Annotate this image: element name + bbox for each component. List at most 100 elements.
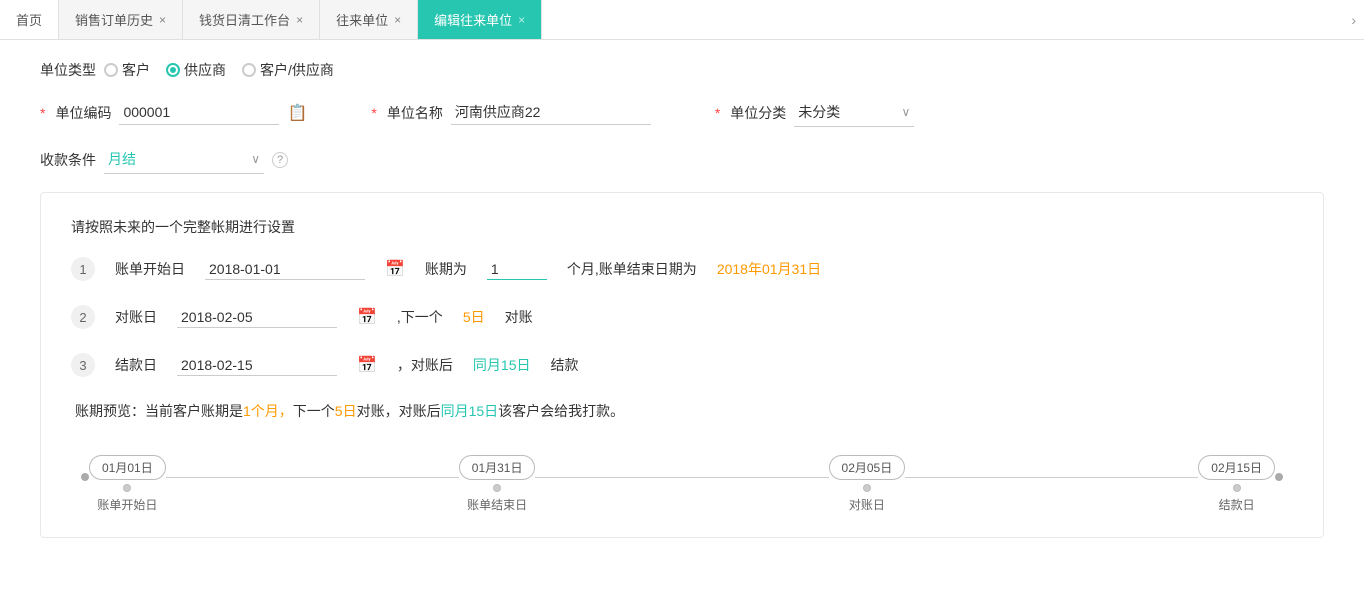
step-3-label: 结款日 [115,355,157,375]
unit-type-group: 单位类型 客户 供应商 客户/供应商 [40,60,334,80]
close-icon[interactable]: × [159,13,166,27]
timeline-dot-3 [863,484,871,492]
tab-home-label: 首页 [16,10,42,29]
timeline-start [81,473,89,481]
step-3-desc-teal: 同月15日 [473,355,531,375]
payment-arrow-icon: ∨ [251,152,260,166]
timeline-end-dot [1275,473,1283,481]
name-group: * 单位名称 [371,100,650,125]
close-icon[interactable]: × [296,13,303,27]
timeline-label-1: 账单开始日 [97,496,157,513]
payment-dropdown[interactable]: 月结 ∨ [104,145,264,174]
step-1-calendar-icon[interactable]: 📅 [385,259,405,279]
step-3-num: 3 [71,353,95,377]
category-label: 单位分类 [730,103,786,123]
preview-teal: 同月15日 [441,403,499,419]
settings-card: 请按照未来的一个完整帐期进行设置 1 账单开始日 📅 账期为 个月,账单结束日期… [40,192,1324,538]
tab-partners-label: 往来单位 [336,10,388,29]
step-2-date-input[interactable] [177,307,337,328]
preview-middle2: 对账，对账后 [357,403,441,419]
field-row: * 单位编码 📋 * 单位名称 * 单位分类 未分类 ∨ [40,98,1324,127]
radio-customer[interactable]: 客户 [104,60,150,80]
step-3-desc-prefix: ，对账后 [397,355,453,375]
step-3-date-input[interactable] [177,355,337,376]
timeline-node-1: 01月01日 账单开始日 [89,455,166,513]
payment-label: 收款条件 [40,150,96,170]
unit-type-label: 单位类型 [40,60,96,80]
radio-customer-label: 客户 [122,60,150,80]
tab-scroll-arrow[interactable]: › [1343,0,1364,39]
name-input[interactable] [451,100,651,125]
step-2-label: 对账日 [115,307,157,327]
step-2-desc-orange: 5日 [463,307,485,327]
radio-customer-supplier-label: 客户/供应商 [260,60,334,80]
step-2-calendar-icon[interactable]: 📅 [357,307,377,327]
preview-orange2: 5日 [335,403,357,419]
timeline-dot-1 [123,484,131,492]
step-1-period-input[interactable] [487,259,547,280]
category-required: * [715,105,720,121]
step-3-desc-suffix: 结款 [551,355,579,375]
tab-sales-order[interactable]: 销售订单历史 × [59,0,183,39]
timeline-node-4: 02月15日 结款日 [1198,455,1275,513]
copy-icon[interactable]: 📋 [287,103,307,123]
timeline: 01月01日 账单开始日 01月31日 账单结束日 02月05日 对账日 [71,445,1293,513]
unit-type-row: 单位类型 客户 供应商 客户/供应商 [40,60,1324,80]
step-1-date-input[interactable] [205,259,365,280]
step-3-calendar-icon[interactable]: 📅 [357,355,377,375]
close-icon[interactable]: × [394,13,401,27]
step-1-period-unit: 个月,账单结束日期为 [567,259,697,279]
name-label: 单位名称 [387,103,443,123]
code-label: 单位编码 [55,103,111,123]
tab-cash-work-label: 钱货日清工作台 [199,10,290,29]
tab-home[interactable]: 首页 [0,0,59,39]
step-2-desc-prefix: ,下一个 [397,307,443,327]
timeline-badge-2: 01月31日 [459,455,536,480]
timeline-badge-1: 01月01日 [89,455,166,480]
timeline-badge-3: 02月05日 [829,455,906,480]
preview-prefix: 账期预览：当前客户账期是 [75,403,243,419]
timeline-badge-4: 02月15日 [1198,455,1275,480]
tab-edit-partner-label: 编辑往来单位 [434,10,512,29]
timeline-node-2: 01月31日 账单结束日 [459,455,536,513]
timeline-dot-2 [493,484,501,492]
radio-group: 客户 供应商 客户/供应商 [104,60,334,80]
timeline-label-2: 账单结束日 [467,496,527,513]
close-icon[interactable]: × [518,13,525,27]
step-1-row: 1 账单开始日 📅 账期为 个月,账单结束日期为 2018年01月31日 [71,257,1293,281]
help-icon[interactable]: ? [272,152,288,168]
code-required: * [40,105,45,121]
step-1-num: 1 [71,257,95,281]
payment-group: 收款条件 月结 ∨ ? [40,145,288,174]
radio-customer-supplier[interactable]: 客户/供应商 [242,60,334,80]
preview-orange1: 1个月， [243,403,293,419]
step-2-num: 2 [71,305,95,329]
timeline-end [1275,473,1283,481]
payment-value: 月结 [108,149,247,169]
step-3-row: 3 结款日 📅 ，对账后同月15日结款 [71,353,1293,377]
category-value: 未分类 [798,102,897,122]
payment-row: 收款条件 月结 ∨ ? [40,145,1324,174]
tab-edit-partner[interactable]: 编辑往来单位 × [418,0,542,39]
preview-text: 账期预览：当前客户账期是1个月，下一个5日对账，对账后同月15日该客户会给我打款… [71,401,1293,421]
timeline-line-3 [905,477,1198,478]
category-dropdown[interactable]: 未分类 ∨ [794,98,914,127]
timeline-start-dot [81,473,89,481]
step-2-row: 2 对账日 📅 ,下一个 5日对账 [71,305,1293,329]
step-1-period-label: 账期为 [425,259,467,279]
name-required: * [371,105,376,121]
preview-suffix: 该客户会给我打款。 [498,403,624,419]
timeline-dot-4 [1233,484,1241,492]
step-2-desc-suffix: 对账 [505,307,533,327]
step-1-period-end: 2018年01月31日 [717,259,821,279]
step-1-label: 账单开始日 [115,259,185,279]
radio-supplier[interactable]: 供应商 [166,60,226,80]
tab-partners[interactable]: 往来单位 × [320,0,418,39]
radio-circle-customer [104,63,118,77]
code-input[interactable] [119,100,279,125]
timeline-line-1 [166,477,459,478]
tab-cash-work[interactable]: 钱货日清工作台 × [183,0,320,39]
timeline-label-3: 对账日 [849,496,885,513]
radio-circle-supplier [166,63,180,77]
timeline-node-3: 02月05日 对账日 [829,455,906,513]
